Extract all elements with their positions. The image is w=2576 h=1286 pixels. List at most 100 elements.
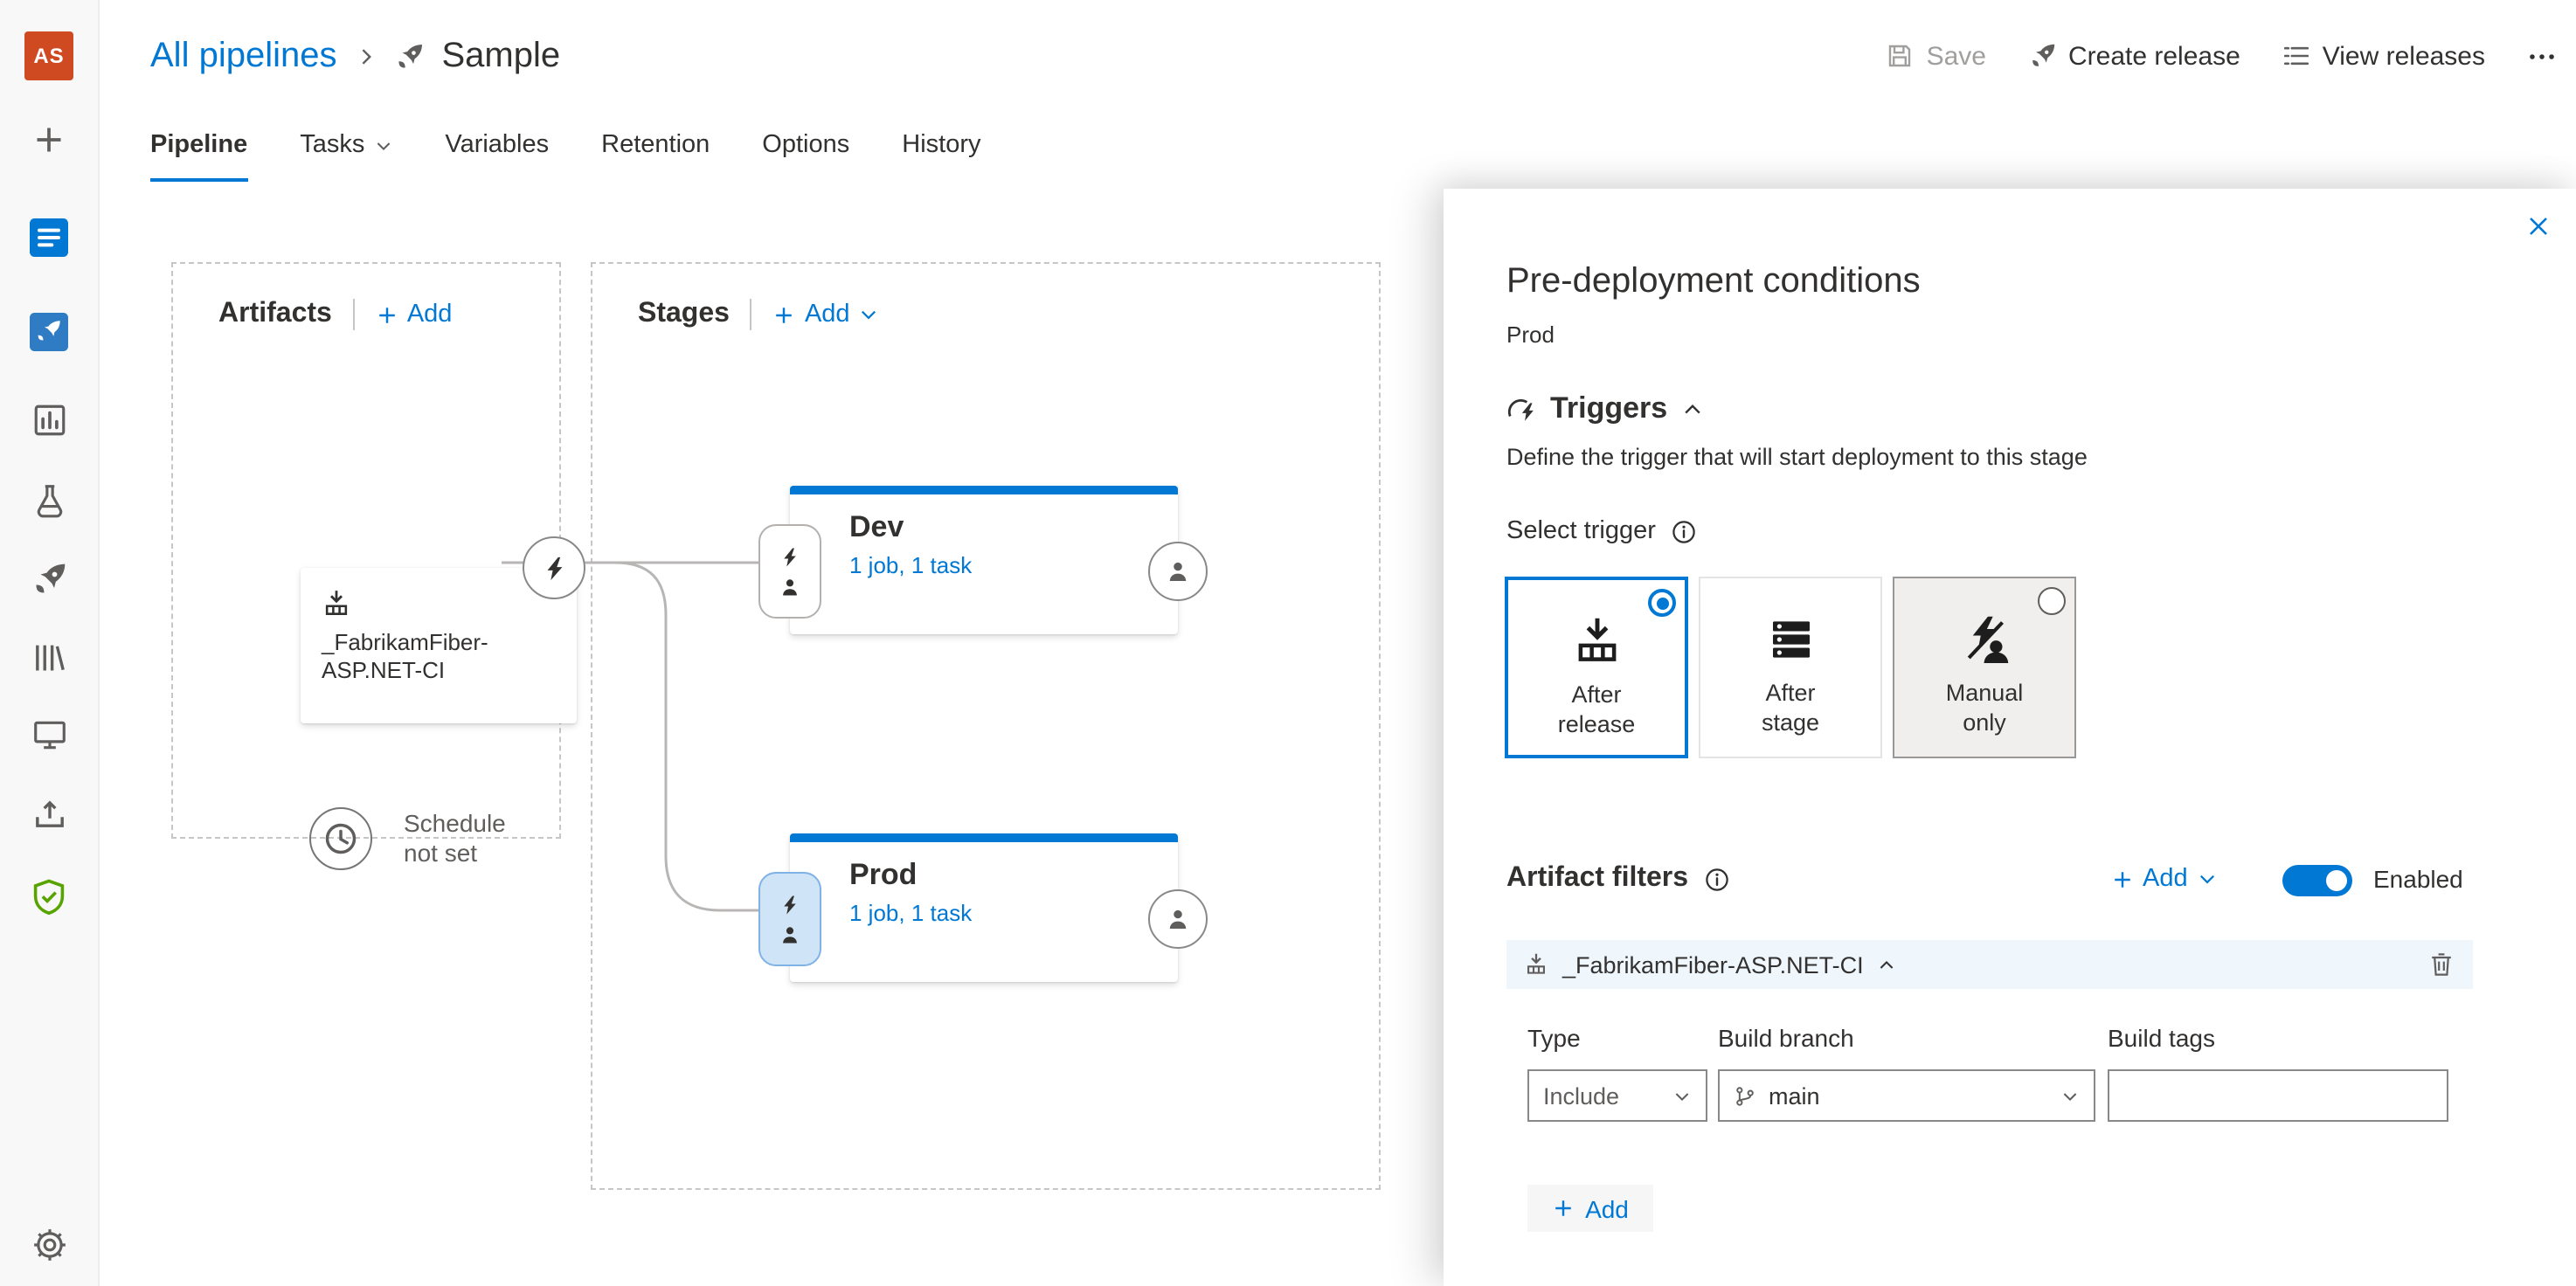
save-button[interactable]: Save bbox=[1887, 41, 1986, 71]
chevron-down-icon bbox=[2197, 868, 2218, 889]
stage-jobs-link[interactable]: 1 job, 1 task bbox=[849, 900, 1178, 926]
more-actions-button[interactable] bbox=[2527, 41, 2557, 71]
build-branch-dropdown[interactable]: main bbox=[1718, 1069, 2095, 1122]
task-groups-icon[interactable] bbox=[14, 702, 84, 765]
stage-card-dev[interactable]: Dev 1 job, 1 task bbox=[758, 486, 1208, 634]
add-artifact-filter-button[interactable]: Add bbox=[2111, 865, 2218, 893]
after-release-icon bbox=[1570, 610, 1623, 673]
tab-retention[interactable]: Retention bbox=[601, 112, 710, 182]
security-shield-icon[interactable] bbox=[14, 865, 84, 928]
stages-panel: Stages Add bbox=[591, 262, 1381, 1190]
collapse-chevron-up-icon[interactable] bbox=[1681, 398, 1704, 420]
schedule-line2: not set bbox=[404, 839, 478, 867]
view-releases-button[interactable]: View releases bbox=[2282, 41, 2485, 71]
branch-icon bbox=[1734, 1084, 1756, 1107]
close-panel-button[interactable] bbox=[2525, 213, 2552, 239]
test-plans-icon[interactable] bbox=[14, 468, 84, 531]
trash-icon bbox=[2427, 951, 2455, 978]
lightning-icon bbox=[779, 894, 800, 915]
divider bbox=[352, 299, 355, 330]
user-avatar[interactable]: AS bbox=[14, 24, 84, 87]
stage-name: Prod bbox=[849, 858, 918, 891]
artifact-filter-name: _FabrikamFiber-ASP.NET-CI bbox=[1562, 951, 1864, 978]
chevron-down-icon bbox=[859, 304, 880, 325]
chevron-down-icon bbox=[2060, 1086, 2080, 1105]
plus-icon bbox=[1552, 1197, 1575, 1220]
deployment-groups-icon[interactable] bbox=[14, 781, 84, 844]
trigger-gauge-icon bbox=[1506, 394, 1536, 424]
select-trigger-label: Select trigger bbox=[1506, 517, 1656, 545]
divider bbox=[750, 299, 752, 330]
trigger-option-manual-only[interactable]: Manual only bbox=[1893, 577, 2076, 758]
info-icon[interactable] bbox=[1672, 518, 1698, 544]
pre-deployment-conditions-button-prod[interactable] bbox=[758, 872, 821, 966]
new-item-button[interactable] bbox=[14, 108, 84, 171]
add-artifact-button[interactable]: Add bbox=[376, 301, 452, 328]
releases-hub-icon[interactable] bbox=[14, 301, 84, 363]
tab-history[interactable]: History bbox=[902, 112, 980, 182]
page-title: Sample bbox=[441, 36, 561, 74]
release-pipeline-icon bbox=[394, 41, 424, 71]
add-stage-button[interactable]: Add bbox=[773, 301, 880, 328]
type-dropdown[interactable]: Include bbox=[1527, 1069, 1707, 1122]
tab-pipeline[interactable]: Pipeline bbox=[150, 112, 248, 182]
app-sidebar: AS bbox=[0, 0, 100, 1286]
info-icon[interactable] bbox=[1704, 866, 1730, 892]
dashboards-icon[interactable] bbox=[14, 388, 84, 451]
lightning-icon bbox=[779, 546, 800, 567]
close-icon bbox=[2525, 213, 2552, 239]
post-deployment-conditions-button-dev[interactable] bbox=[1148, 542, 1208, 601]
chevron-down-icon bbox=[1672, 1086, 1692, 1105]
artifact-filters-toggle[interactable] bbox=[2282, 865, 2352, 896]
delete-filter-button[interactable] bbox=[2427, 951, 2455, 978]
artifact-package-icon bbox=[1524, 952, 1548, 977]
artifact-card[interactable]: _FabrikamFiber- ASP.NET-CI bbox=[301, 536, 585, 723]
build-tags-column-label: Build tags bbox=[2108, 1024, 2215, 1052]
add-filter-row-button[interactable]: Add bbox=[1527, 1185, 1653, 1232]
boards-icon[interactable] bbox=[14, 206, 84, 269]
tab-options[interactable]: Options bbox=[762, 112, 849, 182]
stage-name: Dev bbox=[849, 510, 904, 543]
artifacts-title: Artifacts bbox=[218, 299, 332, 328]
person-icon bbox=[779, 576, 800, 597]
chevron-up-icon bbox=[1878, 955, 1897, 974]
continuous-deployment-trigger-badge[interactable] bbox=[523, 536, 585, 599]
library-icon[interactable] bbox=[14, 626, 84, 688]
after-stage-icon bbox=[1766, 608, 1815, 671]
pipelines-icon[interactable] bbox=[14, 547, 84, 610]
schedule-line1: Schedule bbox=[404, 809, 506, 837]
post-deployment-conditions-button-prod[interactable] bbox=[1148, 889, 1208, 949]
create-release-button[interactable]: Create release bbox=[2028, 41, 2240, 71]
trigger-options: After release After stage Manual only bbox=[1505, 577, 2076, 758]
tab-variables[interactable]: Variables bbox=[445, 112, 549, 182]
tab-tasks[interactable]: Tasks bbox=[300, 112, 392, 182]
plus-icon bbox=[773, 303, 796, 326]
build-tags-input[interactable] bbox=[2108, 1069, 2448, 1122]
radio-unselected bbox=[2038, 587, 2066, 615]
triggers-description: Define the trigger that will start deplo… bbox=[1506, 444, 2088, 470]
clock-icon bbox=[309, 807, 372, 870]
pre-deployment-conditions-button-dev[interactable] bbox=[758, 524, 821, 619]
schedule-trigger[interactable]: Schedule not set bbox=[309, 807, 506, 870]
person-icon bbox=[1166, 907, 1190, 931]
radio-selected bbox=[1648, 589, 1676, 617]
breadcrumb-all-pipelines[interactable]: All pipelines bbox=[150, 36, 336, 76]
artifact-filter-header[interactable]: _FabrikamFiber-ASP.NET-CI bbox=[1506, 940, 2473, 989]
avatar-initials: AS bbox=[24, 31, 73, 80]
manual-only-icon bbox=[1958, 608, 2011, 671]
person-icon bbox=[779, 923, 800, 944]
triggers-heading: Triggers bbox=[1550, 391, 1668, 425]
artifact-package-icon bbox=[322, 589, 351, 619]
panel-title: Pre-deployment conditions bbox=[1506, 262, 1921, 301]
save-icon bbox=[1887, 42, 1915, 70]
settings-gear-icon[interactable] bbox=[14, 1213, 84, 1276]
stage-jobs-link[interactable]: 1 job, 1 task bbox=[849, 552, 1178, 578]
chevron-right-icon bbox=[354, 45, 377, 67]
stage-card-prod[interactable]: Prod 1 job, 1 task bbox=[758, 833, 1208, 982]
app-root: AS All pipelines Sample Save Create rele… bbox=[0, 0, 2576, 1286]
pre-deployment-conditions-panel: Pre-deployment conditions Prod Triggers … bbox=[1444, 189, 2576, 1286]
plus-icon bbox=[2111, 868, 2134, 890]
artifact-name-line1: _FabrikamFiber- bbox=[322, 629, 488, 655]
trigger-option-after-stage[interactable]: After stage bbox=[1699, 577, 1882, 758]
trigger-option-after-release[interactable]: After release bbox=[1505, 577, 1688, 758]
